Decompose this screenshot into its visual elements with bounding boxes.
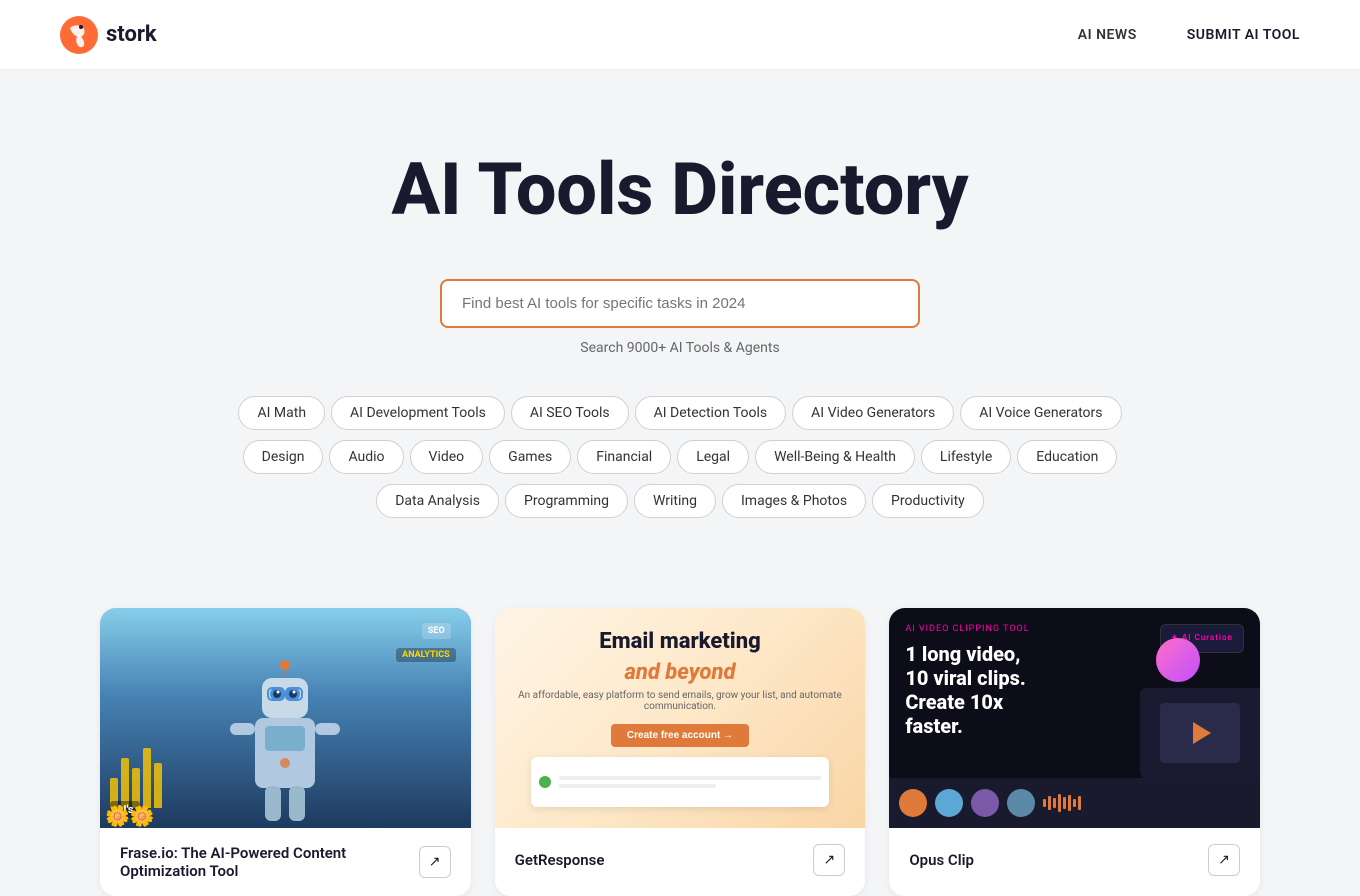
category-video[interactable]: Video — [410, 440, 484, 474]
category-ai-video-gen[interactable]: AI Video Generators — [792, 396, 954, 430]
page-title: AI Tools Directory — [40, 150, 1320, 229]
card-getresponse-footer: GetResponse ↗ — [495, 828, 866, 892]
mockup-line-2 — [559, 784, 716, 788]
category-writing[interactable]: Writing — [634, 484, 716, 518]
cards-grid: SEO ANALYTICS AI's 🌼🌼 Frase.io: The AI-P… — [80, 608, 1280, 896]
frase-robot-illustration — [220, 638, 350, 828]
category-ai-detection[interactable]: AI Detection Tools — [635, 396, 787, 430]
email-cta-button[interactable]: Create free account → — [611, 724, 749, 747]
category-audio[interactable]: Audio — [329, 440, 403, 474]
card-getresponse: Email marketing and beyond An affordable… — [495, 608, 866, 896]
play-icon — [1193, 722, 1211, 744]
card-opus-footer: Opus Clip ↗ — [889, 828, 1260, 892]
categories-container: AI Math AI Development Tools AI SEO Tool… — [200, 396, 1160, 518]
card-getresponse-link[interactable]: ↗ — [813, 844, 845, 876]
flowers: 🌼🌼 — [105, 804, 155, 828]
search-subtitle: Search 9000+ AI Tools & Agents — [40, 340, 1320, 356]
email-heading: Email marketing — [599, 629, 760, 655]
card-frase-link[interactable]: ↗ — [419, 846, 451, 878]
seo-label: SEO — [422, 623, 451, 639]
opus-avatar-2 — [935, 789, 963, 817]
analytics-label: ANALYTICS — [396, 648, 456, 662]
email-accent: and beyond — [624, 660, 735, 686]
opus-avatar-3 — [971, 789, 999, 817]
arrow-icon: ↗ — [823, 852, 835, 868]
arrow-icon: ↗ — [429, 854, 441, 870]
card-frase-image: SEO ANALYTICS AI's 🌼🌼 — [100, 608, 471, 828]
category-well-being[interactable]: Well-Being & Health — [755, 440, 915, 474]
email-mockup — [531, 757, 829, 807]
stork-logo-icon — [60, 16, 98, 54]
category-ai-seo-tools[interactable]: AI SEO Tools — [511, 396, 629, 430]
video-thumbnail — [1140, 688, 1260, 778]
mockup-status-dot — [539, 776, 551, 788]
category-images-photos[interactable]: Images & Photos — [722, 484, 866, 518]
card-getresponse-title: GetResponse — [515, 851, 605, 869]
category-programming[interactable]: Programming — [505, 484, 628, 518]
category-ai-math[interactable]: AI Math — [238, 396, 325, 430]
category-data-analysis[interactable]: Data Analysis — [376, 484, 499, 518]
card-opus-title: Opus Clip — [909, 851, 974, 869]
mockup-lines — [559, 776, 821, 788]
search-input[interactable] — [440, 279, 920, 328]
chart-bars — [110, 748, 162, 808]
hero-section: AI Tools Directory Search 9000+ AI Tools… — [0, 70, 1360, 558]
card-opus-link[interactable]: ↗ — [1208, 844, 1240, 876]
category-financial[interactable]: Financial — [577, 440, 671, 474]
nav-ai-news[interactable]: AI NEWS — [1078, 27, 1137, 43]
card-opus: AI VIDEO CLIPPING TOOL 1 long video, 10 … — [889, 608, 1260, 896]
category-lifestyle[interactable]: Lifestyle — [921, 440, 1011, 474]
video-inner — [1160, 703, 1240, 763]
category-games[interactable]: Games — [489, 440, 571, 474]
email-desc: An affordable, easy platform to send ema… — [515, 690, 846, 712]
header: stork AI NEWS SUBMIT AI TOOL — [0, 0, 1360, 70]
opus-avatar-4 — [1007, 789, 1035, 817]
category-education[interactable]: Education — [1017, 440, 1117, 474]
cards-wrapper: SEO ANALYTICS AI's 🌼🌼 Frase.io: The AI-P… — [0, 608, 1360, 896]
category-ai-voice-gen[interactable]: AI Voice Generators — [960, 396, 1121, 430]
category-productivity[interactable]: Productivity — [872, 484, 984, 518]
category-legal[interactable]: Legal — [677, 440, 749, 474]
category-design[interactable]: Design — [243, 440, 324, 474]
logo-text: stork — [106, 22, 157, 47]
nav-submit[interactable]: SUBMIT AI TOOL — [1187, 27, 1300, 43]
card-getresponse-image: Email marketing and beyond An affordable… — [495, 608, 866, 828]
opus-waveform — [1043, 793, 1250, 813]
card-frase-footer: Frase.io: The AI-Powered Content Optimiz… — [100, 828, 471, 896]
opus-circle-1 — [1156, 638, 1200, 682]
card-opus-image: AI VIDEO CLIPPING TOOL 1 long video, 10 … — [889, 608, 1260, 828]
opus-bottom-bar — [889, 778, 1260, 828]
card-frase: SEO ANALYTICS AI's 🌼🌼 Frase.io: The AI-P… — [100, 608, 471, 896]
search-container — [440, 279, 920, 328]
opus-avatar-1 — [899, 789, 927, 817]
card-frase-title: Frase.io: The AI-Powered Content Optimiz… — [120, 844, 419, 880]
logo[interactable]: stork — [60, 16, 157, 54]
category-ai-dev-tools[interactable]: AI Development Tools — [331, 396, 505, 430]
nav: AI NEWS SUBMIT AI TOOL — [1078, 27, 1300, 43]
mockup-line-1 — [559, 776, 821, 780]
arrow-icon: ↗ — [1218, 852, 1230, 868]
